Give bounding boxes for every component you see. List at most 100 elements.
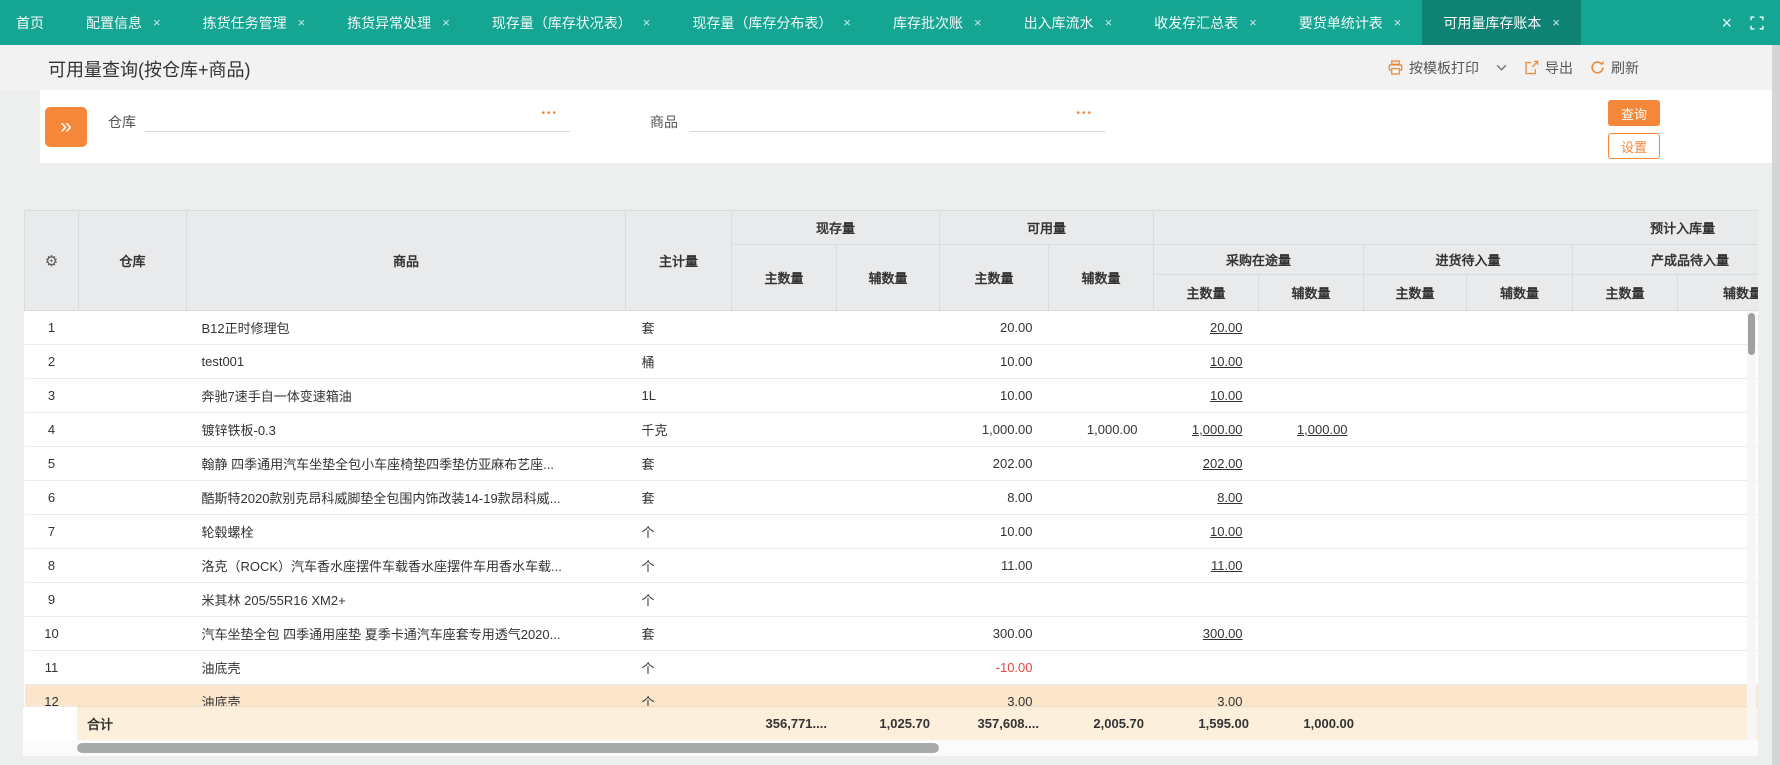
tab-现存量（库存分布表）[interactable]: 现存量（库存分布表） × — [671, 0, 872, 45]
tab-close-icon[interactable]: × — [298, 16, 306, 29]
cell-po_main[interactable]: 11.00 — [1153, 548, 1259, 583]
total-stock-aux: 1,025.70 — [835, 706, 938, 740]
table-row[interactable]: 11 油底壳个 -10.00 — [24, 650, 1758, 685]
cell-po_main[interactable]: 202.00 — [1153, 446, 1259, 481]
horizontal-scrollbar — [23, 740, 1758, 756]
cell-num: 1 — [24, 310, 79, 345]
tab-收发存汇总表[interactable]: 收发存汇总表 × — [1133, 0, 1278, 45]
product-input[interactable] — [690, 102, 1105, 132]
cell-fp_aux — [1677, 446, 1758, 481]
cell-pi_aux — [1466, 378, 1573, 413]
cell-fp_main — [1572, 378, 1678, 413]
chevron-double-right-icon: » — [60, 115, 72, 138]
tab-出入库流水[interactable]: 出入库流水 × — [1003, 0, 1134, 45]
warehouse-picker-ellipsis-icon[interactable]: ••• — [541, 108, 558, 119]
print-by-template-button[interactable]: 按模板打印 — [1388, 58, 1479, 78]
table-row[interactable]: 12 油底壳个 3.00 3.00 — [24, 684, 1758, 706]
header-po-aux-qty: 辅数量 — [1258, 274, 1365, 311]
cell-pi_aux — [1466, 582, 1573, 617]
cell-wh — [78, 582, 187, 617]
expand-filters-button[interactable]: » — [45, 107, 87, 147]
tab-close-icon[interactable]: × — [442, 16, 450, 29]
tab-close-icon[interactable]: × — [1249, 16, 1257, 29]
horizontal-scrollbar-thumb[interactable] — [77, 743, 939, 753]
table-row[interactable]: 10 汽车坐垫全包 四季通用座垫 夏季卡通汽车座套专用透气2020... 套 300.… — [24, 616, 1758, 651]
table-row[interactable]: 6 酷斯特2020款别克昂科威脚垫全包围内饰改装14-19款昂科威... 套 8.00… — [24, 480, 1758, 515]
filter-panel: » 仓库 ••• 商品 ••• 查询 设置 — [40, 90, 1772, 163]
tab-close-icon[interactable]: × — [1105, 16, 1113, 29]
cell-fp_main — [1572, 514, 1678, 549]
tab-close-icon[interactable]: × — [843, 16, 851, 29]
tab-库存批次账[interactable]: 库存批次账 × — [872, 0, 1003, 45]
warehouse-label: 仓库 — [108, 114, 136, 130]
cell-wh — [78, 446, 187, 481]
table-row[interactable]: 2 test001 桶 10.00 10.00 — [24, 344, 1758, 379]
cell-num: 8 — [24, 548, 79, 583]
table-row[interactable]: 4 镀锌铁板-0.3 千克 1,000.00 1,000.00 1,000.00 1,000… — [24, 412, 1758, 447]
cell-po_main[interactable]: 300.00 — [1153, 616, 1259, 651]
table-row[interactable]: 5 翰静 四季通用汽车坐垫全包小车座椅垫四季垫仿亚麻布艺座... 套 202.00 20… — [24, 446, 1758, 481]
vertical-scrollbar-thumb[interactable] — [1748, 313, 1755, 355]
cell-num: 12 — [24, 684, 79, 706]
total-available-aux: 2,005.70 — [1047, 706, 1152, 740]
header-po-main-qty: 主数量 — [1153, 274, 1260, 311]
header-available-main-qty: 主数量 — [939, 244, 1050, 311]
tab-bar: 首页 配置信息 × 拣货任务管理 × 拣货异常处理 × 现存量（库存状况表） × 现存量（库存分布… — [0, 0, 1780, 45]
warehouse-input[interactable] — [145, 102, 570, 132]
cell-avail_aux: 1,000.00 — [1048, 412, 1154, 447]
column-settings-gear-icon[interactable]: ⚙ — [45, 253, 58, 270]
table-row[interactable]: 9 米其林 205/55R16 XM2+ 个 — [24, 582, 1758, 617]
print-dropdown-chevron-icon[interactable] — [1496, 64, 1507, 71]
cell-fp_aux — [1677, 684, 1758, 706]
tab-close-icon[interactable]: × — [153, 16, 161, 29]
tab-close-icon[interactable]: × — [1394, 16, 1402, 29]
tab-首页[interactable]: 首页 — [0, 0, 65, 45]
cell-po_main[interactable]: 20.00 — [1153, 310, 1259, 345]
table-row[interactable]: 8 洛克（ROCK）汽车香水座摆件车载香水座摆件车用香水车载... 个 11.00 11… — [24, 548, 1758, 583]
fullscreen-icon[interactable] — [1750, 15, 1764, 30]
cell-unit: 个 — [625, 514, 732, 549]
table-row[interactable]: 3 奔驰7速手自一体变速箱油 1L 10.00 10.00 — [24, 378, 1758, 413]
product-field: ••• — [690, 102, 1105, 132]
close-all-tabs-icon[interactable]: × — [1721, 14, 1732, 32]
tab-拣货任务管理[interactable]: 拣货任务管理 × — [182, 0, 327, 45]
tab-label: 拣货异常处理 — [347, 14, 432, 31]
cell-pi_aux — [1466, 616, 1573, 651]
tab-可用量库存账本[interactable]: 可用量库存账本 × — [1422, 0, 1581, 45]
header-available-aux-qty: 辅数量 — [1048, 244, 1155, 311]
cell-po_main[interactable]: 1,000.00 — [1153, 412, 1259, 447]
cell-po_main[interactable]: 8.00 — [1153, 480, 1259, 515]
header-purchase-aux-qty: 辅数量 — [1466, 274, 1574, 311]
product-picker-ellipsis-icon[interactable]: ••• — [1076, 108, 1093, 119]
cell-pi_aux — [1466, 514, 1573, 549]
cell-po_main[interactable]: 10.00 — [1153, 378, 1259, 413]
cell-avail_aux — [1048, 650, 1154, 685]
export-button[interactable]: 导出 — [1524, 58, 1573, 78]
cell-po_aux — [1258, 616, 1364, 651]
cell-po_aux[interactable]: 1,000.00 — [1258, 412, 1364, 447]
cell-po_main[interactable]: 10.00 — [1153, 514, 1259, 549]
cell-po_main[interactable]: 10.00 — [1153, 344, 1259, 379]
tab-label: 现存量（库存状况表） — [491, 14, 632, 31]
tab-拣货异常处理[interactable]: 拣货异常处理 × — [326, 0, 471, 45]
tab-要货单统计表[interactable]: 要货单统计表 × — [1278, 0, 1423, 45]
cell-po_main[interactable]: 3.00 — [1153, 684, 1259, 706]
cell-po_aux — [1258, 582, 1364, 617]
tab-配置信息[interactable]: 配置信息 × — [65, 0, 182, 45]
tab-close-icon[interactable]: × — [643, 16, 651, 29]
tab-close-icon[interactable]: × — [974, 16, 982, 29]
settings-button[interactable]: 设置 — [1608, 133, 1660, 159]
cell-stock_main — [731, 480, 837, 515]
query-button[interactable]: 查询 — [1608, 100, 1660, 126]
header-main-unit: 主计量 — [625, 210, 732, 311]
refresh-button[interactable]: 刷新 — [1590, 58, 1639, 78]
table-row[interactable]: 1 B12正时修理包套 20.00 20.00 — [24, 310, 1758, 345]
tab-close-icon[interactable]: × — [1552, 16, 1560, 29]
cell-name: 轮毂螺栓 — [186, 514, 626, 549]
cell-avail_main: 202.00 — [939, 446, 1049, 481]
cell-name: 油底壳 — [186, 650, 626, 685]
table-row[interactable]: 7 轮毂螺栓个 10.00 10.00 — [24, 514, 1758, 549]
cell-stock_aux — [836, 378, 940, 413]
cell-avail_aux — [1048, 310, 1154, 345]
tab-现存量（库存状况表）[interactable]: 现存量（库存状况表） × — [471, 0, 672, 45]
